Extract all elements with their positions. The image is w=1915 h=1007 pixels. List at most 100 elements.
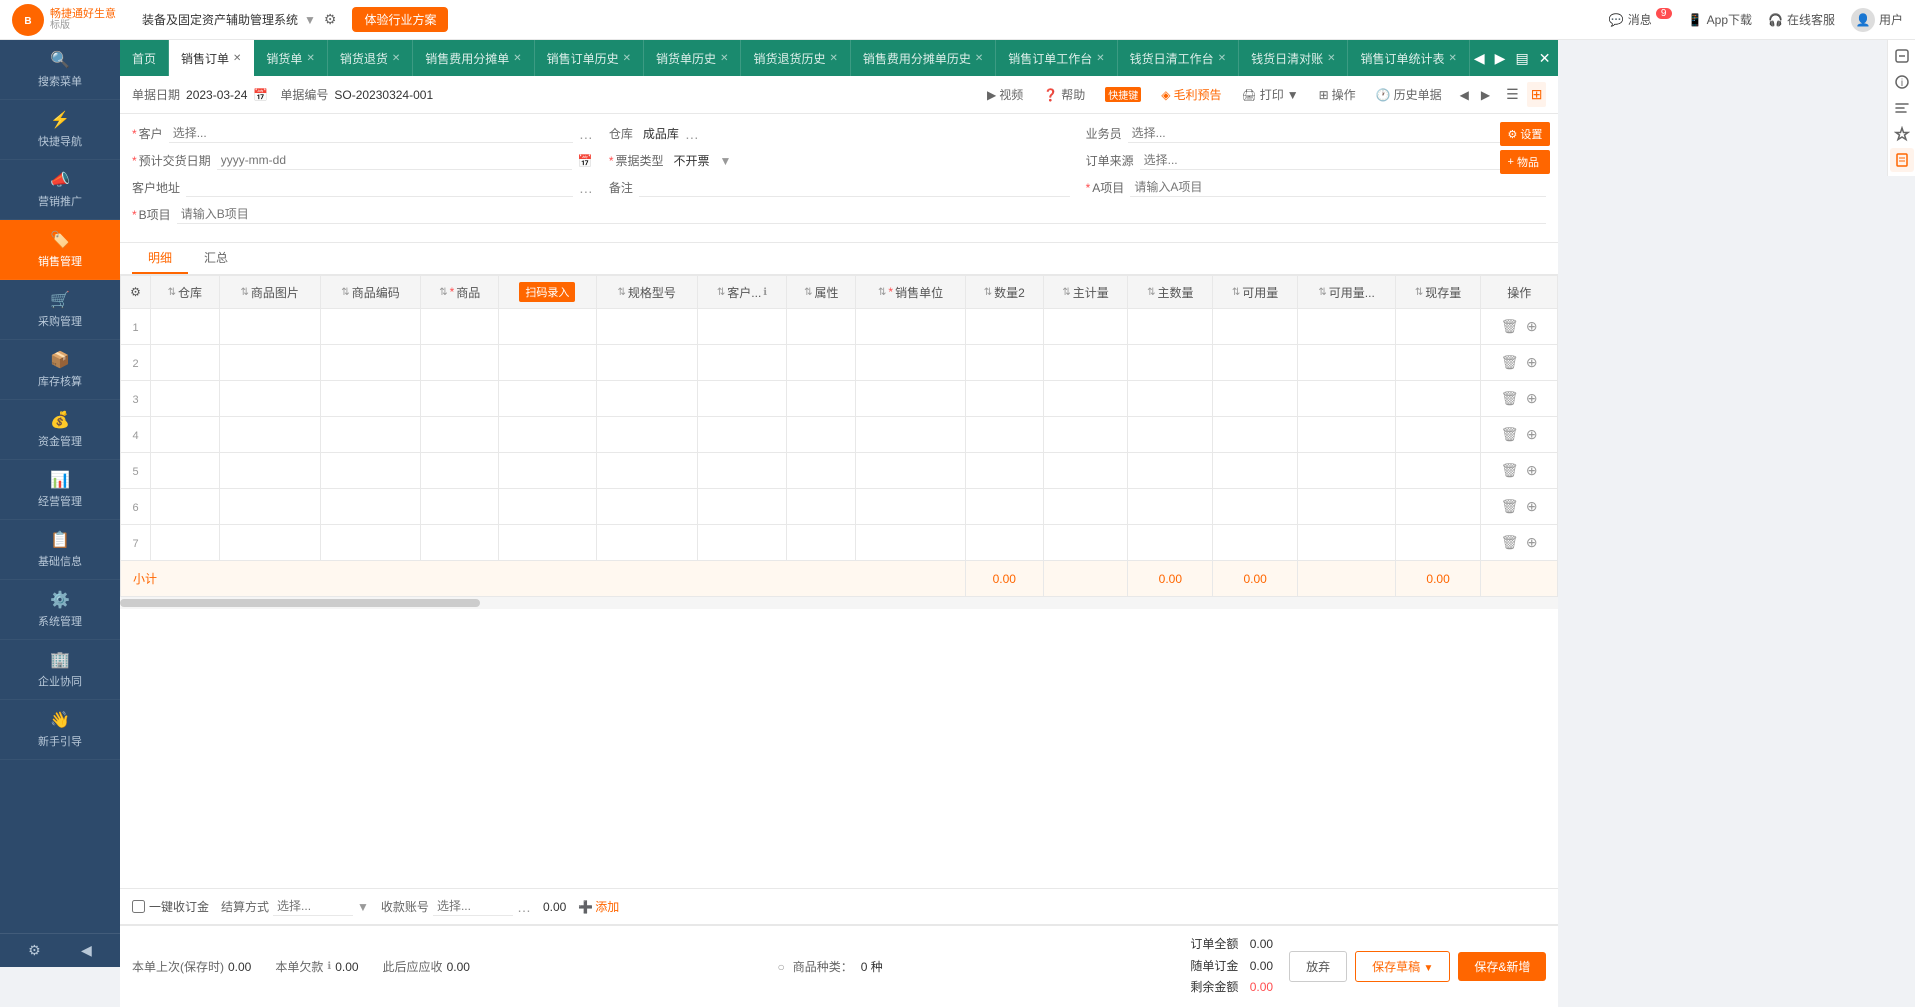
- tab-close-icon[interactable]: ✕: [1327, 53, 1335, 64]
- one-click-checkbox-label[interactable]: 一键收订金: [132, 898, 209, 915]
- tab-sales-return2[interactable]: 销货退货 ✕: [328, 40, 413, 76]
- list-view-btn[interactable]: ☰: [1502, 82, 1523, 107]
- row-delete-btn[interactable]: 🗑: [1499, 352, 1521, 373]
- tab-sales-return[interactable]: 销货单 ✕: [254, 40, 327, 76]
- tab-prev-btn[interactable]: ◀: [1470, 46, 1489, 71]
- next-record-btn[interactable]: ▶: [1477, 84, 1494, 106]
- sidebar-item-ops-mgmt[interactable]: 📊 经营管理: [0, 460, 120, 520]
- sidebar-item-base-info[interactable]: 📋 基础信息: [0, 520, 120, 580]
- account-expand-icon[interactable]: …: [517, 899, 531, 915]
- notes-input[interactable]: [639, 178, 1070, 197]
- main-qty-sort-icon[interactable]: ⇅: [1147, 287, 1155, 298]
- save-draft-dropdown-icon[interactable]: ▼: [1423, 963, 1433, 974]
- sidebar-item-sys-mgmt[interactable]: ⚙️ 系统管理: [0, 580, 120, 640]
- address-expand-icon[interactable]: …: [579, 180, 593, 196]
- a-project-input[interactable]: [1130, 178, 1546, 197]
- sales-unit-sort-icon[interactable]: ⇅: [878, 287, 886, 298]
- payment-method-dropdown-icon[interactable]: ▼: [357, 900, 369, 914]
- sidebar-item-search-menu[interactable]: 🔍 搜索菜单: [0, 40, 120, 100]
- row-copy-btn[interactable]: ⊕: [1524, 352, 1540, 373]
- side-icon-4[interactable]: [1890, 122, 1914, 146]
- tab-sales-order-history[interactable]: 销售订单历史 ✕: [535, 40, 644, 76]
- tab-sales-order-workbench[interactable]: 销售订单工作台 ✕: [996, 40, 1117, 76]
- delivery-date-input[interactable]: [217, 151, 572, 170]
- tab-close-icon[interactable]: ✕: [975, 53, 983, 64]
- shortcut-btn[interactable]: 快捷键: [1099, 85, 1147, 104]
- side-icon-2[interactable]: i: [1890, 70, 1914, 94]
- sidebar-item-finance[interactable]: 💰 资金管理: [0, 400, 120, 460]
- tab-close-icon[interactable]: ✕: [1096, 53, 1104, 64]
- calendar-picker-icon[interactable]: 📅: [578, 154, 593, 168]
- tab-sales-fee-split[interactable]: 销售费用分摊单 ✕: [413, 40, 534, 76]
- product-image-sort-icon[interactable]: ⇅: [240, 287, 248, 298]
- settings-panel-btn[interactable]: ⚙ 设置: [1500, 122, 1551, 146]
- customer-info-sort-icon[interactable]: ⇅: [717, 287, 725, 298]
- sidebar-item-newbie[interactable]: 👋 新手引导: [0, 700, 120, 760]
- customer-input[interactable]: [169, 124, 573, 143]
- sidebar-item-purchase-mgmt[interactable]: 🛒 采购管理: [0, 280, 120, 340]
- tab-next-btn[interactable]: ▶: [1491, 46, 1510, 71]
- sidebar-item-sales-mgmt[interactable]: 🏷️ 销售管理: [0, 220, 120, 280]
- tab-close-icon[interactable]: ✕: [1218, 53, 1226, 64]
- sidebar-item-marketing[interactable]: 📣 营销推广: [0, 160, 120, 220]
- row-copy-btn[interactable]: ⊕: [1524, 460, 1540, 481]
- tab-cash-clear-workbench[interactable]: 钱货日清工作台 ✕: [1118, 40, 1239, 76]
- print-dropdown-icon[interactable]: ▼: [1287, 88, 1299, 102]
- side-icon-1[interactable]: [1890, 44, 1914, 68]
- industry-solution-btn[interactable]: 体验行业方案: [352, 7, 448, 32]
- tab-close-icon[interactable]: ✕: [623, 53, 631, 64]
- tab-close-icon[interactable]: ✕: [233, 53, 241, 64]
- tab-sales-order-stats[interactable]: 销售订单统计表 ✕: [1348, 40, 1469, 76]
- row-delete-btn[interactable]: 🗑: [1499, 316, 1521, 337]
- settings-icon[interactable]: ⚙: [324, 11, 337, 28]
- tab-fee-split-history[interactable]: 销售费用分摊单历史 ✕: [851, 40, 996, 76]
- available2-sort-icon[interactable]: ⇅: [1318, 287, 1326, 298]
- tab-return-history[interactable]: 销货退货历史 ✕: [741, 40, 850, 76]
- calendar-icon[interactable]: 📅: [253, 88, 268, 102]
- tab-close-icon[interactable]: ✕: [829, 53, 837, 64]
- spec-sort-icon[interactable]: ⇅: [617, 287, 625, 298]
- row-delete-btn[interactable]: 🗑: [1499, 424, 1521, 445]
- tab-sales-order[interactable]: 销售订单 ✕: [169, 40, 254, 76]
- col-settings[interactable]: ⚙: [121, 276, 151, 309]
- invoice-dropdown-icon[interactable]: ▼: [720, 154, 732, 168]
- tab-close-icon[interactable]: ✕: [392, 53, 400, 64]
- add-row-btn[interactable]: ➕ 添加: [578, 898, 619, 915]
- row-copy-btn[interactable]: ⊕: [1524, 424, 1540, 445]
- print-btn[interactable]: 🖨 打印 ▼: [1235, 84, 1304, 105]
- customer-expand-icon[interactable]: …: [579, 126, 593, 142]
- b-project-input[interactable]: [177, 205, 1547, 224]
- detail-tab-summary[interactable]: 汇总: [188, 243, 244, 274]
- scan-btn[interactable]: 扫码录入: [519, 282, 575, 302]
- app-download-btn[interactable]: 📱 App下载: [1688, 11, 1752, 28]
- row-delete-btn[interactable]: 🗑: [1499, 496, 1521, 517]
- payment-method-input[interactable]: [273, 897, 353, 916]
- sidebar-item-enterprise[interactable]: 🏢 企业协同: [0, 640, 120, 700]
- tab-cash-reconcile[interactable]: 钱货日清对账 ✕: [1239, 40, 1348, 76]
- product-code-sort-icon[interactable]: ⇅: [341, 287, 349, 298]
- side-icon-5[interactable]: [1890, 148, 1914, 172]
- user-avatar[interactable]: 👤 用户: [1851, 8, 1903, 32]
- warehouse-expand-icon[interactable]: …: [685, 126, 699, 142]
- row-delete-btn[interactable]: 🗑: [1499, 460, 1521, 481]
- sidebar-item-quick-nav[interactable]: ⚡ 快捷导航: [0, 100, 120, 160]
- detail-tab-detail[interactable]: 明细: [132, 243, 188, 274]
- goods-panel-btn[interactable]: + 物品: [1500, 150, 1551, 174]
- order-source-input[interactable]: [1140, 151, 1525, 170]
- horizontal-scrollbar[interactable]: [120, 597, 1558, 609]
- dropdown-arrow-icon[interactable]: ▼: [304, 13, 316, 27]
- attr-sort-icon[interactable]: ⇅: [804, 287, 812, 298]
- online-service-btn[interactable]: 🎧 在线客服: [1768, 11, 1835, 28]
- tab-close-all-btn[interactable]: ✕: [1535, 46, 1555, 71]
- row-copy-btn[interactable]: ⊕: [1524, 496, 1540, 517]
- account-input[interactable]: [433, 897, 513, 916]
- tab-close-icon[interactable]: ✕: [306, 53, 314, 64]
- customer-address-input[interactable]: [186, 178, 573, 197]
- tab-close-icon[interactable]: ✕: [513, 53, 521, 64]
- help-btn[interactable]: ❓ 帮助: [1037, 84, 1091, 105]
- tab-sales-return-history[interactable]: 销货单历史 ✕: [644, 40, 741, 76]
- tab-close-icon[interactable]: ✕: [1449, 53, 1457, 64]
- sidebar-item-inventory[interactable]: 📦 库存核算: [0, 340, 120, 400]
- warehouse-sort-icon[interactable]: ⇅: [168, 287, 176, 298]
- history-btn[interactable]: 🕐 历史单据: [1370, 84, 1448, 105]
